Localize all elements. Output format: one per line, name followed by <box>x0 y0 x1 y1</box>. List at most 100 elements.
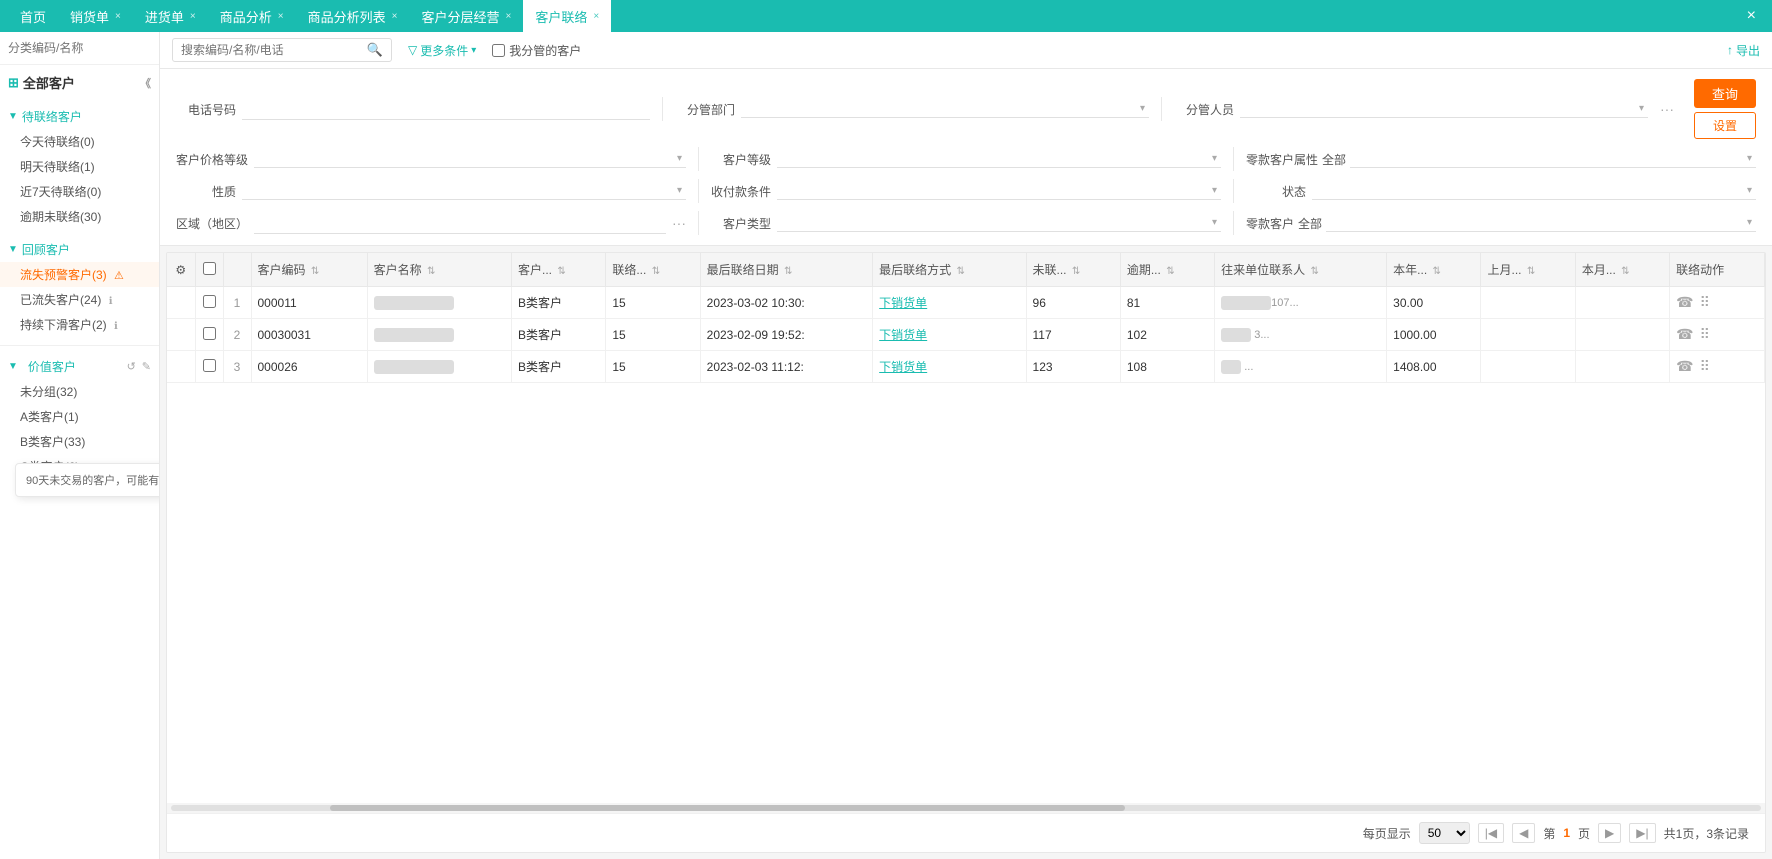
sidebar-item-class-b[interactable]: B类客户(33) <box>0 429 159 454</box>
query-btn[interactable]: 查询 <box>1694 79 1756 108</box>
row2-last-way[interactable]: 下销货单 <box>873 319 1026 351</box>
refresh-icon[interactable]: ↺ <box>127 360 136 373</box>
row3-contact-icon[interactable]: ☎ <box>1676 358 1693 375</box>
row1-unit-contact: █107... <box>1215 287 1387 319</box>
row2-checkbox[interactable] <box>203 327 216 340</box>
row3-checkbox[interactable] <box>203 359 216 372</box>
close-product-list-icon[interactable]: × <box>392 11 398 22</box>
export-btn[interactable]: ↑ 导出 <box>1727 42 1760 59</box>
page-size-select[interactable]: 50 100 <box>1419 822 1470 844</box>
th-name[interactable]: 客户名称 ⇅ <box>367 253 511 287</box>
info-icon: ℹ <box>109 296 113 307</box>
nav-customer-layers[interactable]: 客户分层经营 × <box>409 0 523 32</box>
sidebar-item-today[interactable]: 今天待联络(0) <box>0 129 159 154</box>
close-purchase-icon[interactable]: × <box>190 11 196 22</box>
nav-purchase[interactable]: 进货单 × <box>133 0 208 32</box>
sidebar-search-input[interactable] <box>8 41 160 55</box>
th-code[interactable]: 客户编码 ⇅ <box>251 253 367 287</box>
row3-last-way[interactable]: 下销货单 <box>873 351 1026 383</box>
close-sales-icon[interactable]: × <box>115 11 121 22</box>
th-settings[interactable]: ⚙ <box>167 253 195 287</box>
filter-more-btn[interactable]: ▽ 更多条件 ▾ <box>400 39 484 62</box>
close-product-analysis-icon[interactable]: × <box>278 11 284 22</box>
nav-customer-contact[interactable]: 客户联络 × <box>523 0 611 32</box>
row3-more-icon[interactable]: ⠿ <box>1700 358 1710 375</box>
search-input[interactable] <box>181 43 367 57</box>
horizontal-scrollbar[interactable] <box>167 803 1765 813</box>
scrollbar-thumb[interactable] <box>330 805 1125 811</box>
group-value-title[interactable]: ▼ 价值客户 ↺ ✎ <box>0 354 159 379</box>
filter-nature-select[interactable]: ▾ <box>242 182 686 200</box>
sidebar-item-declining[interactable]: 持续下滑客户(2) ℹ <box>0 312 159 337</box>
th-unit-contact[interactable]: 往来单位联系人 ⇅ <box>1215 253 1387 287</box>
customer-table: ⚙ 客户编码 ⇅ 客户名称 ⇅ <box>167 253 1765 383</box>
sidebar-item-tomorrow[interactable]: 明天待联络(1) <box>0 154 159 179</box>
filter-cust-level: 客户等级 ▾ <box>711 150 1221 168</box>
filter-zero-cust-select[interactable]: ▾ <box>1326 214 1756 232</box>
last-page-btn[interactable]: ▶| <box>1629 823 1655 843</box>
sort-unit-icon: ⇅ <box>1311 266 1319 277</box>
filter-cust-type-select[interactable]: ▾ <box>777 214 1221 232</box>
filter-region-input[interactable] <box>254 213 666 234</box>
sidebar-all-customers[interactable]: ⊞ 全部客户 《 <box>0 65 159 100</box>
settings-btn[interactable]: 设置 <box>1694 112 1756 139</box>
th-last-way[interactable]: 最后联络方式 ⇅ <box>873 253 1026 287</box>
edit-icon[interactable]: ✎ <box>142 360 151 373</box>
more-dots-region[interactable]: ··· <box>672 215 686 231</box>
row1-last-way[interactable]: 下销货单 <box>873 287 1026 319</box>
sidebar-item-ungroup[interactable]: 未分组(32) <box>0 379 159 404</box>
nav-product-list[interactable]: 商品分析列表 × <box>296 0 410 32</box>
row1-checkbox[interactable] <box>203 295 216 308</box>
search-icon-btn[interactable]: 🔍 <box>367 42 383 58</box>
filter-status-select[interactable]: ▾ <box>1312 182 1756 200</box>
prev-page-btn[interactable]: ◀ <box>1512 823 1535 843</box>
next-page-btn[interactable]: ▶ <box>1598 823 1621 843</box>
sidebar-item-overdue[interactable]: 逾期未联络(30) <box>0 204 159 229</box>
filter-price-level-select[interactable]: ▾ <box>254 150 686 168</box>
filter-region-label: 区域（地区） <box>176 215 248 232</box>
close-all-btn[interactable]: × <box>1739 7 1764 25</box>
filter-cust-level-select[interactable]: ▾ <box>777 150 1221 168</box>
nav-home[interactable]: 首页 <box>8 0 58 32</box>
filter-cust-level-label: 客户等级 <box>711 151 771 168</box>
my-customers-checkbox[interactable] <box>492 44 505 57</box>
th-last-month[interactable]: 上月... ⇅ <box>1481 253 1575 287</box>
sidebar-item-churned[interactable]: 已流失客户(24) ℹ <box>0 287 159 312</box>
filter-phone-input[interactable] <box>242 99 650 120</box>
row2-more-icon[interactable]: ⠿ <box>1700 326 1710 343</box>
my-customers-checkbox-label[interactable]: 我分管的客户 <box>492 42 581 59</box>
th-uncontact[interactable]: 未联... ⇅ <box>1026 253 1120 287</box>
sidebar-item-churn-warning[interactable]: 流失预警客户(3) ⚠ <box>0 262 159 287</box>
select-all-checkbox[interactable] <box>203 262 216 275</box>
sidebar-item-class-a[interactable]: A类客户(1) <box>0 404 159 429</box>
more-dots-1[interactable]: ··· <box>1660 101 1674 117</box>
nav-product-analysis[interactable]: 商品分析 × <box>208 0 296 32</box>
filter-zero-attr-select[interactable]: ▾ <box>1350 150 1756 168</box>
first-page-btn[interactable]: |◀ <box>1478 823 1504 843</box>
row1-contact-icon[interactable]: ☎ <box>1676 294 1693 311</box>
row3-this-year: 1408.00 <box>1387 351 1481 383</box>
th-this-month[interactable]: 本月... ⇅ <box>1575 253 1669 287</box>
th-this-year[interactable]: 本年... ⇅ <box>1387 253 1481 287</box>
group-pending-title[interactable]: ▼ 待联络客户 <box>0 104 159 129</box>
zero-attr-label: 零款客户属性 <box>1246 151 1318 168</box>
th-overdue[interactable]: 逾期... ⇅ <box>1120 253 1214 287</box>
nav-sales[interactable]: 销货单 × <box>58 0 133 32</box>
close-customer-contact-icon[interactable]: × <box>593 11 599 22</box>
filter-payment-select[interactable]: ▾ <box>777 182 1221 200</box>
th-type[interactable]: 客户... ⇅ <box>512 253 606 287</box>
sidebar-item-7days[interactable]: 近7天待联络(0) <box>0 179 159 204</box>
filter-person-select[interactable]: ▾ <box>1240 100 1648 118</box>
th-contact[interactable]: 联络... ⇅ <box>606 253 700 287</box>
close-customer-layers-icon[interactable]: × <box>505 11 511 22</box>
group-review-title[interactable]: ▼ 回顾客户 <box>0 237 159 262</box>
top-nav: 首页 销货单 × 进货单 × 商品分析 × 商品分析列表 × 客户分层经营 × … <box>0 0 1772 32</box>
filter-dept-select[interactable]: ▾ <box>741 100 1149 118</box>
row3-action: ☎ ⠿ <box>1670 351 1765 383</box>
row2-contact-icon[interactable]: ☎ <box>1676 326 1693 343</box>
filter-row-3: 性质 ▾ 收付款条件 ▾ 状态 <box>176 179 1756 203</box>
row1-more-icon[interactable]: ⠿ <box>1700 294 1710 311</box>
th-last-date[interactable]: 最后联络日期 ⇅ <box>700 253 873 287</box>
row2-this-year: 1000.00 <box>1387 319 1481 351</box>
row3-unit-blur: █ <box>1221 360 1241 374</box>
